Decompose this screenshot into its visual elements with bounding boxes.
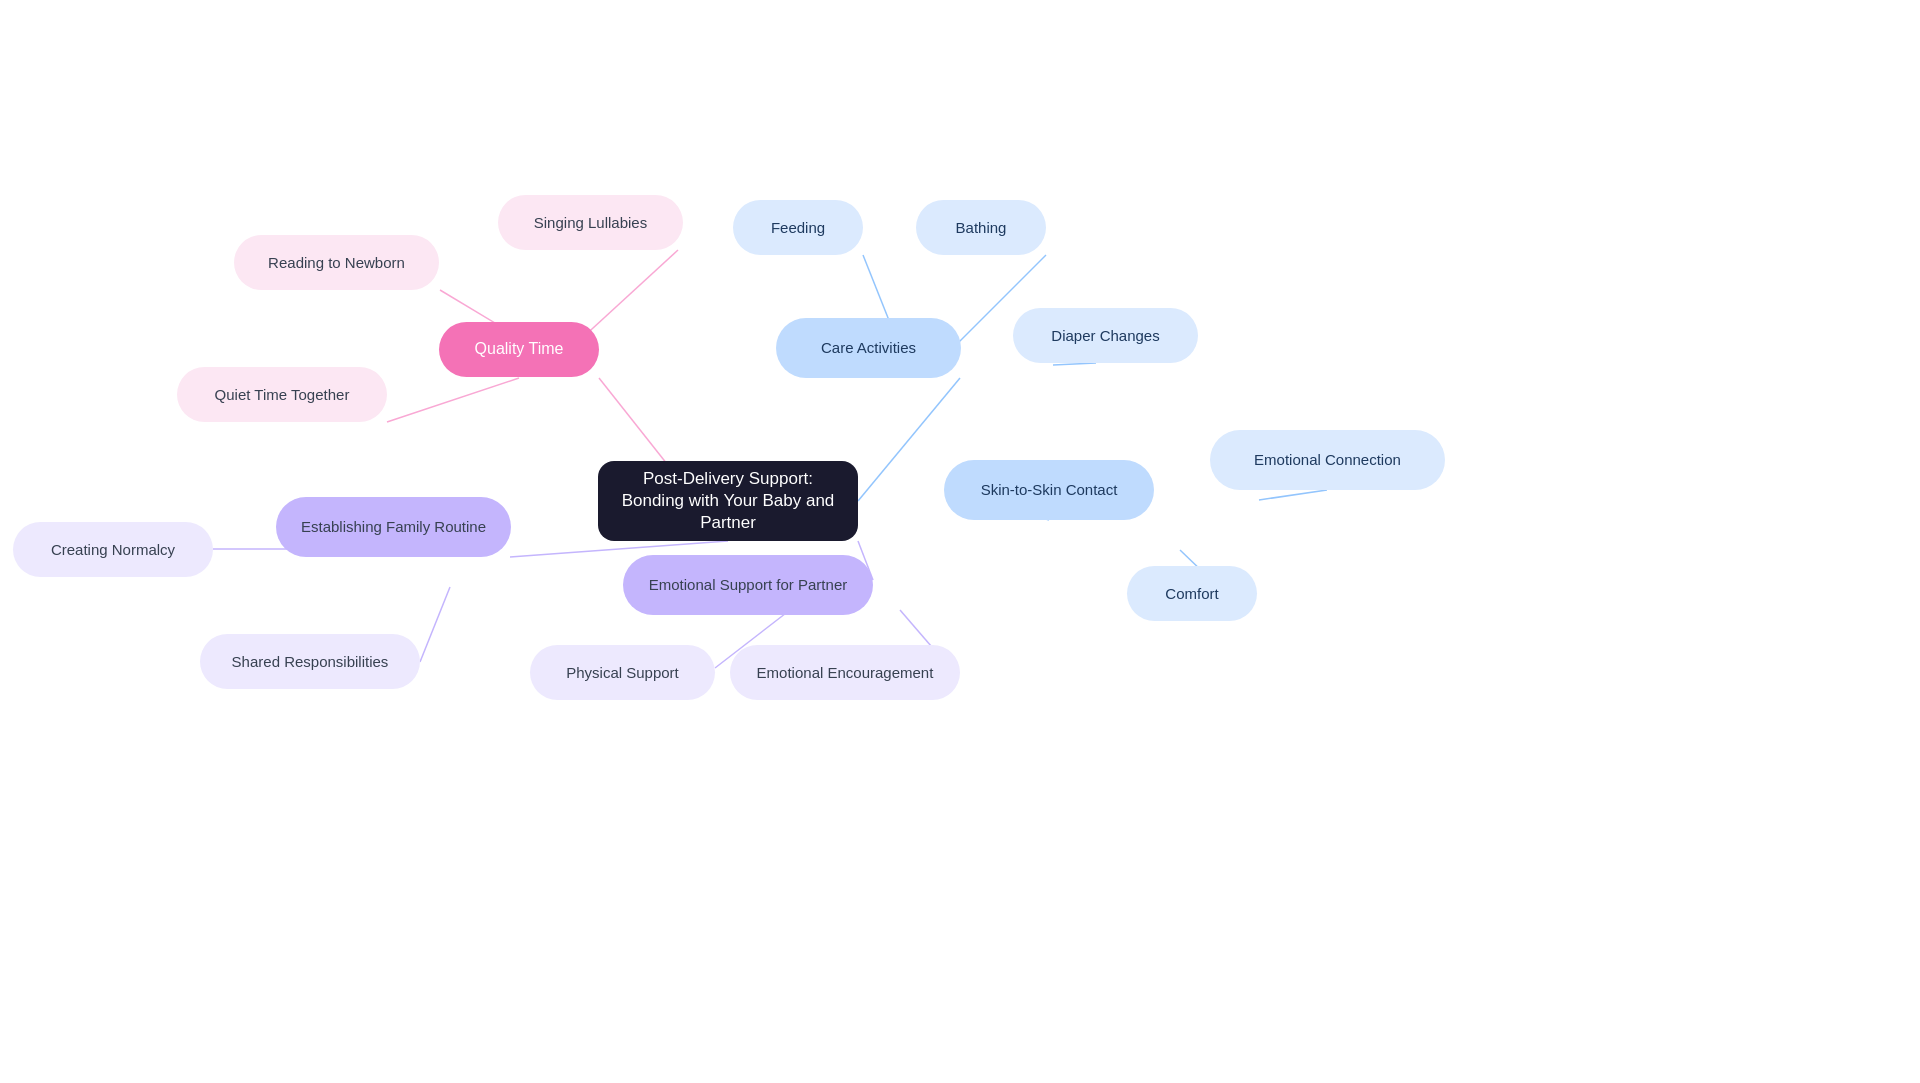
skin-to-skin-node[interactable]: Skin-to-Skin Contact [944,460,1154,520]
svg-line-2 [580,250,678,340]
creating-normalcy-node[interactable]: Creating Normalcy [13,522,213,577]
care-activities-node[interactable]: Care Activities [776,318,961,378]
svg-line-13 [1053,363,1096,365]
feeding-node[interactable]: Feeding [733,200,863,255]
comfort-node[interactable]: Comfort [1127,566,1257,621]
center-node[interactable]: Post-Delivery Support: Bonding with Your… [598,461,858,541]
svg-line-15 [1259,490,1327,500]
quality-time-node[interactable]: Quality Time [439,322,599,377]
reading-newborn-node[interactable]: Reading to Newborn [234,235,439,290]
singing-lullabies-node[interactable]: Singing Lullabies [498,195,683,250]
emotional-encouragement-node[interactable]: Emotional Encouragement [730,645,960,700]
emotional-partner-node[interactable]: Emotional Support for Partner [623,555,873,615]
physical-support-node[interactable]: Physical Support [530,645,715,700]
svg-line-3 [387,378,519,422]
family-routine-node[interactable]: Establishing Family Routine [276,497,511,557]
quiet-time-node[interactable]: Quiet Time Together [177,367,387,422]
shared-responsibilities-node[interactable]: Shared Responsibilities [200,634,420,689]
emotional-connection-node[interactable]: Emotional Connection [1210,430,1445,490]
bathing-node[interactable]: Bathing [916,200,1046,255]
diaper-changes-node[interactable]: Diaper Changes [1013,308,1198,363]
svg-line-6 [420,587,450,662]
